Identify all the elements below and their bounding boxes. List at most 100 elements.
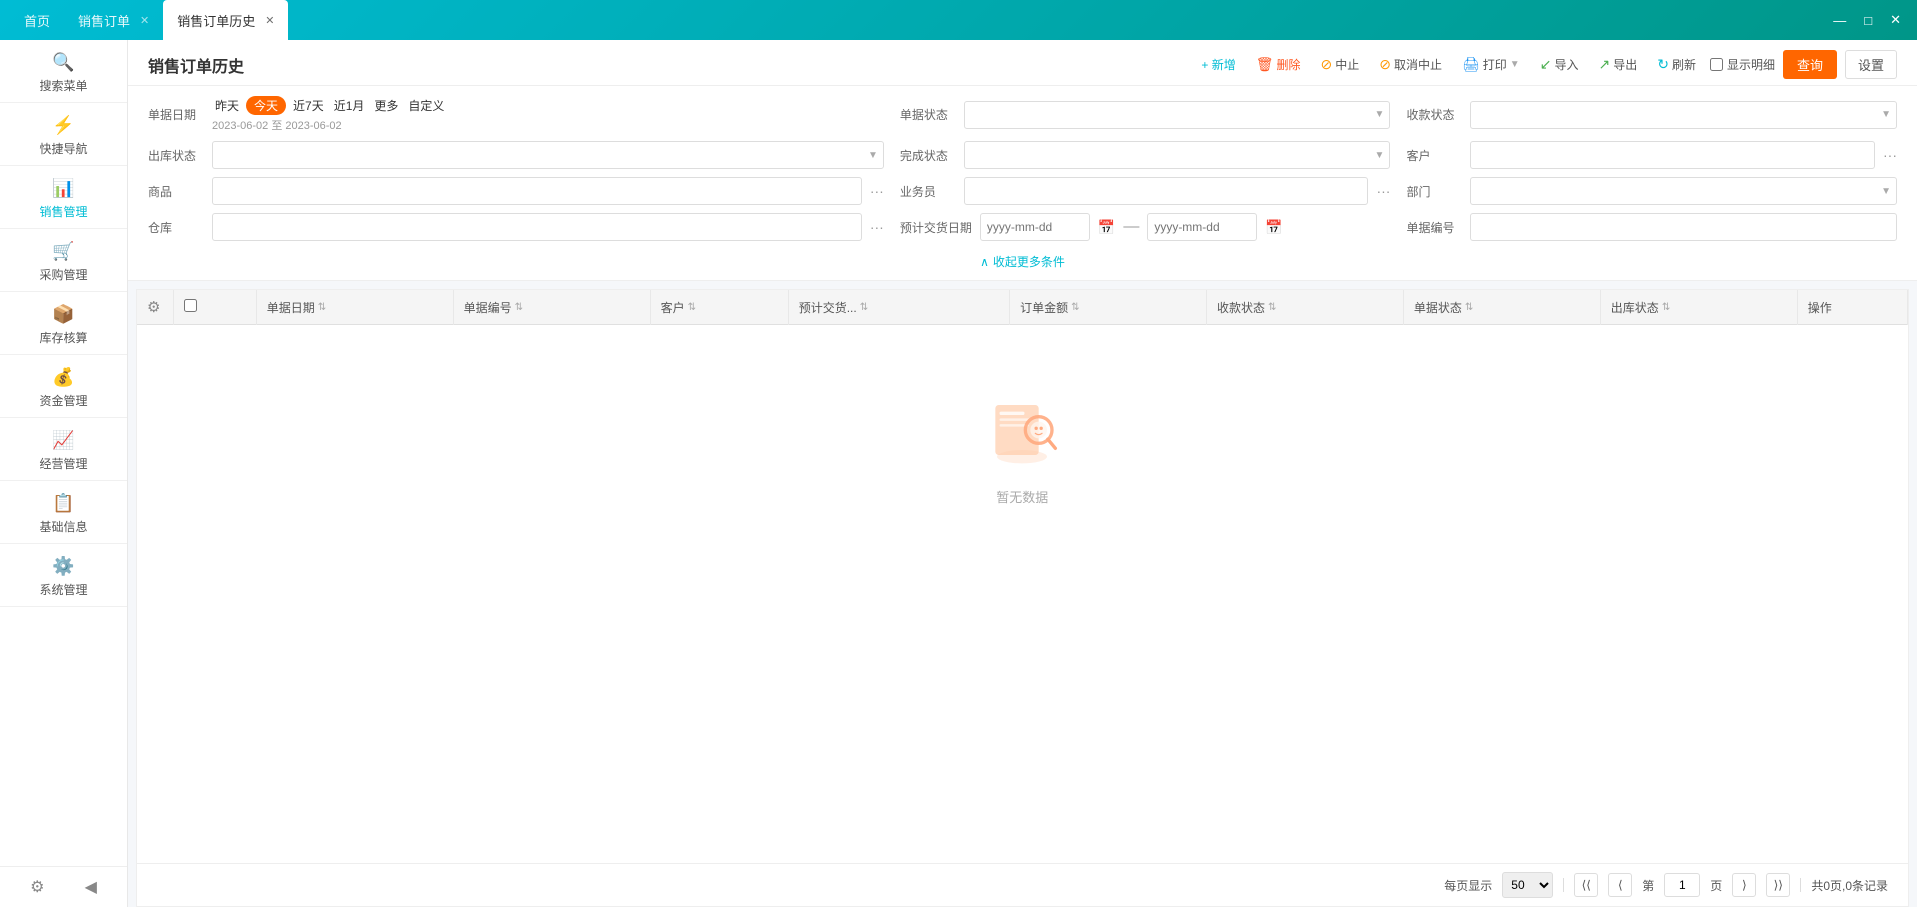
current-page-input[interactable]: [1664, 873, 1700, 897]
sidebar-item-system[interactable]: ⚙️系统管理: [0, 544, 127, 607]
th-payment[interactable]: 收款状态⇅: [1206, 290, 1403, 325]
show-detail-checkbox-label[interactable]: 显示明细: [1710, 56, 1775, 73]
warehouse-ellipsis[interactable]: ···: [870, 219, 884, 235]
sidebar-item-inventory[interactable]: 📦 库存核算: [0, 292, 127, 355]
customer-input[interactable]: [1470, 141, 1875, 169]
collapse-more-btn[interactable]: ∧ 收起更多条件: [148, 249, 1897, 270]
data-table: ⚙ 单据日期⇅单据编号⇅客户⇅预计交货...⇅订单金额⇅收款状态⇅单据状态⇅出库…: [137, 290, 1908, 566]
sidebar-item-quick-nav[interactable]: ⚡快捷导航: [0, 103, 127, 166]
prev-page-btn[interactable]: ⟨: [1608, 873, 1632, 897]
delivery-date-from[interactable]: [980, 213, 1090, 241]
department-select[interactable]: [1470, 177, 1897, 205]
th-date[interactable]: 单据日期⇅: [256, 290, 453, 325]
date-label: 单据日期: [148, 106, 204, 123]
delivery-date-to[interactable]: [1147, 213, 1257, 241]
shortcut-自定义[interactable]: 自定义: [405, 96, 447, 115]
filter-department: 部门 ▼: [1406, 177, 1897, 205]
sidebar-item-basic[interactable]: 📋基础信息: [0, 481, 127, 544]
sidebar-item-finance[interactable]: 💰资金管理: [0, 355, 127, 418]
refresh-button[interactable]: ↻ 刷新: [1651, 53, 1702, 76]
shortcut-昨天[interactable]: 昨天: [212, 96, 242, 115]
sidebar-label-inventory: 库存核算: [39, 329, 87, 346]
sidebar-label-search: 搜索菜单: [39, 77, 87, 94]
shortcut-更多[interactable]: 更多: [371, 96, 401, 115]
cancel-stop-button[interactable]: ⊘ 取消中止: [1373, 53, 1448, 76]
sidebar-item-purchase[interactable]: 🛒采购管理: [0, 229, 127, 292]
salesperson-input[interactable]: [964, 177, 1369, 205]
window-close-btn[interactable]: ✕: [1884, 10, 1907, 30]
shortcut-今天[interactable]: 今天: [246, 96, 286, 115]
filter-row-1: 单据日期 昨天今天近7天近1月更多自定义 2023-06-02 至 2023-0…: [148, 96, 1897, 133]
print-icon: 🖨: [1462, 56, 1480, 73]
new-button[interactable]: + 新增: [1195, 53, 1241, 76]
sort-icon-no: ⇅: [515, 302, 523, 313]
tab-sales-order[interactable]: 销售订单✕: [64, 0, 163, 40]
th-ship[interactable]: 出库状态⇅: [1600, 290, 1797, 325]
warehouse-input[interactable]: [212, 213, 862, 241]
stop-icon: ⊘: [1321, 56, 1333, 73]
first-page-btn[interactable]: ⟨⟨: [1574, 873, 1598, 897]
th-no[interactable]: 单据编号⇅: [453, 290, 650, 325]
sidebar-collapse-btn[interactable]: ◀: [85, 877, 97, 897]
calendar-to-icon[interactable]: 📅: [1265, 219, 1282, 236]
export-button[interactable]: ↗ 导出: [1592, 53, 1643, 76]
sidebar-label-finance: 资金管理: [39, 392, 87, 409]
tab-close-sales-order[interactable]: ✕: [140, 14, 149, 27]
window-minimize-btn[interactable]: —: [1827, 11, 1852, 30]
page-label-after: 页: [1710, 877, 1722, 894]
th-status[interactable]: 单据状态⇅: [1403, 290, 1600, 325]
sidebar-item-operation[interactable]: 📈经营管理: [0, 418, 127, 481]
customer-ellipsis[interactable]: ···: [1883, 147, 1897, 163]
sidebar-label-sales: 销售管理: [39, 203, 87, 220]
select-all-checkbox[interactable]: [184, 299, 197, 312]
shortcut-近1月[interactable]: 近1月: [331, 96, 368, 115]
per-page-select[interactable]: 50 10 20 100: [1502, 872, 1553, 898]
th-delivery[interactable]: 预计交货...⇅: [788, 290, 1009, 325]
complete-status-select[interactable]: [964, 141, 1391, 169]
order-no-input[interactable]: [1470, 213, 1897, 241]
sidebar-settings-btn[interactable]: ⚙: [30, 877, 44, 897]
calendar-from-icon[interactable]: 📅: [1098, 219, 1115, 236]
tab-home[interactable]: 首页: [10, 0, 64, 40]
th-gear: ⚙: [137, 290, 173, 325]
sort-label-ship: 出库状态: [1611, 299, 1659, 316]
gear-icon[interactable]: ⚙: [147, 299, 160, 316]
filter-warehouse: 仓库 ···: [148, 213, 884, 241]
ship-status-select[interactable]: [212, 141, 884, 169]
toolbar: + 新增 🗑 删除 ⊘ 中止 ⊘ 取消中止 🖨 打印 ▼: [1195, 50, 1897, 79]
print-dropdown-icon[interactable]: ▼: [1510, 59, 1520, 70]
inventory-icon: 📦: [52, 304, 74, 325]
stop-button[interactable]: ⊘ 中止: [1315, 53, 1366, 76]
filter-row-2: 出库状态 ▼ 完成状态 ▼: [148, 141, 1897, 169]
product-ellipsis[interactable]: ···: [870, 183, 884, 199]
tab-sales-history[interactable]: 销售订单历史✕: [163, 0, 288, 40]
query-button[interactable]: 查询: [1783, 50, 1837, 79]
tab-close-sales-history[interactable]: ✕: [265, 14, 274, 27]
delete-icon: 🗑: [1256, 56, 1274, 73]
print-button[interactable]: 🖨 打印 ▼: [1456, 53, 1526, 76]
payment-status-select[interactable]: [1470, 101, 1897, 129]
order-status-select-wrapper: ▼: [964, 101, 1391, 129]
order-status-select[interactable]: [964, 101, 1391, 129]
product-input[interactable]: [212, 177, 862, 205]
show-detail-checkbox[interactable]: [1710, 58, 1723, 71]
th-amount[interactable]: 订单金额⇅: [1010, 290, 1207, 325]
shortcut-近7天[interactable]: 近7天: [290, 96, 327, 115]
date-separator: —: [1123, 218, 1139, 236]
settings-button[interactable]: 设置: [1845, 50, 1897, 79]
table-container: ⚙ 单据日期⇅单据编号⇅客户⇅预计交货...⇅订单金额⇅收款状态⇅单据状态⇅出库…: [136, 289, 1909, 864]
empty-text: 暂无数据: [996, 487, 1048, 506]
sort-icon-ship: ⇅: [1662, 302, 1670, 313]
sort-label-status: 单据状态: [1414, 299, 1462, 316]
filter-payment-status: 收款状态 ▼: [1406, 101, 1897, 129]
import-button[interactable]: ↙ 导入: [1534, 53, 1585, 76]
window-maximize-btn[interactable]: □: [1858, 11, 1878, 30]
sidebar-item-search[interactable]: 🔍搜索菜单: [0, 40, 127, 103]
sidebar-item-sales[interactable]: 📊销售管理: [0, 166, 127, 229]
delete-button[interactable]: 🗑 删除: [1250, 53, 1307, 76]
salesperson-ellipsis[interactable]: ···: [1376, 183, 1390, 199]
table-body: 暂无数据: [137, 325, 1908, 567]
next-page-btn[interactable]: ⟩: [1732, 873, 1756, 897]
th-customer[interactable]: 客户⇅: [650, 290, 788, 325]
last-page-btn[interactable]: ⟩⟩: [1766, 873, 1790, 897]
